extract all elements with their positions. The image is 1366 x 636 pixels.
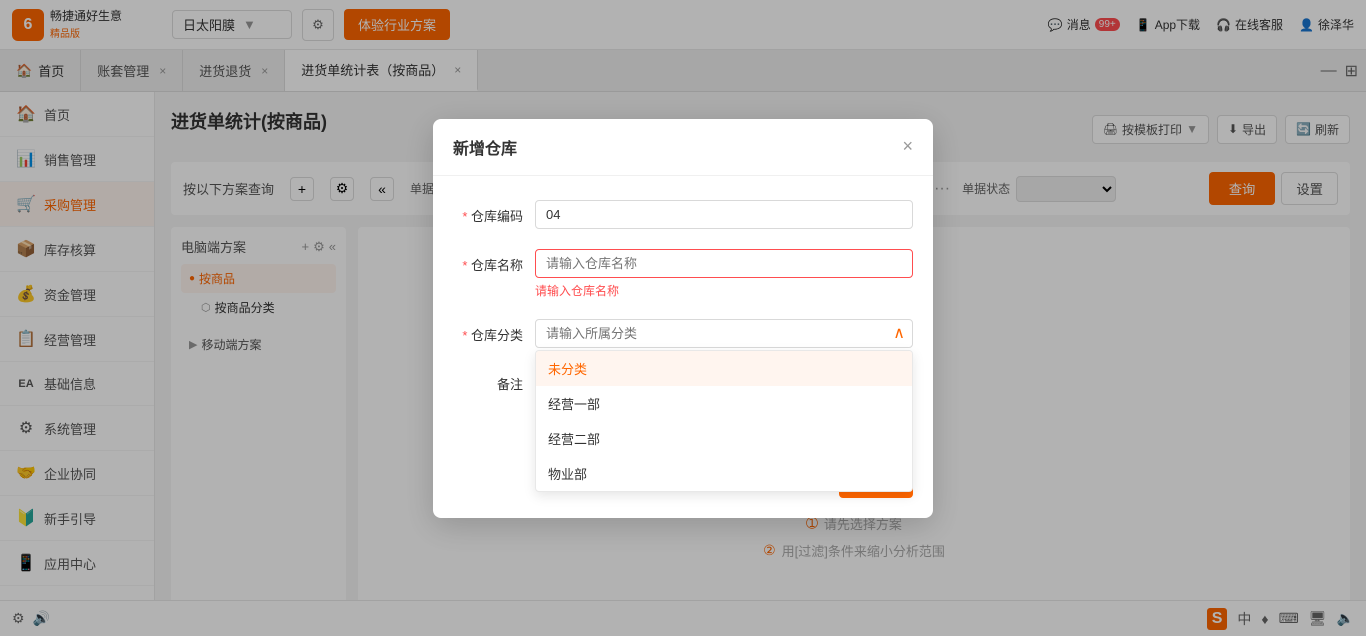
warehouse-name-error: 请输入仓库名称 [535, 282, 913, 299]
warehouse-name-label: 仓库名称 [453, 249, 523, 274]
warehouse-code-label: 仓库编码 [453, 200, 523, 225]
dialog-title: 新增仓库 [453, 135, 517, 159]
warehouse-code-field [535, 200, 913, 229]
dropdown-item-dept2[interactable]: 经营二部 [536, 421, 912, 456]
remark-label: 备注 [453, 368, 523, 393]
dialog-header: 新增仓库 × [433, 119, 933, 176]
warehouse-name-row: 仓库名称 请输入仓库名称 [453, 249, 913, 299]
warehouse-category-label: 仓库分类 [453, 319, 523, 344]
dropdown-item-dept1[interactable]: 经营一部 [536, 386, 912, 421]
warehouse-code-input[interactable] [535, 200, 913, 229]
warehouse-code-row: 仓库编码 [453, 200, 913, 229]
category-select-wrapper: ∧ [535, 319, 913, 348]
warehouse-category-input[interactable] [535, 319, 913, 348]
dialog-close-button[interactable]: × [902, 136, 913, 157]
warehouse-category-row: 仓库分类 ∧ 未分类 经营一部 经营二部 物业部 [453, 319, 913, 348]
dropdown-item-dept3[interactable]: 物业部 [536, 456, 912, 491]
dialog-new-warehouse: 新增仓库 × 仓库编码 仓库名称 请输入仓库名称 仓库分类 [433, 119, 933, 518]
category-dropdown: 未分类 经营一部 经营二部 物业部 [535, 350, 913, 492]
warehouse-name-field: 请输入仓库名称 [535, 249, 913, 299]
modal-overlay: 新增仓库 × 仓库编码 仓库名称 请输入仓库名称 仓库分类 [0, 0, 1366, 636]
warehouse-name-input[interactable] [535, 249, 913, 278]
dialog-body: 仓库编码 仓库名称 请输入仓库名称 仓库分类 ∧ [433, 176, 933, 431]
dropdown-item-uncategorized[interactable]: 未分类 [536, 351, 912, 386]
warehouse-category-field: ∧ 未分类 经营一部 经营二部 物业部 [535, 319, 913, 348]
